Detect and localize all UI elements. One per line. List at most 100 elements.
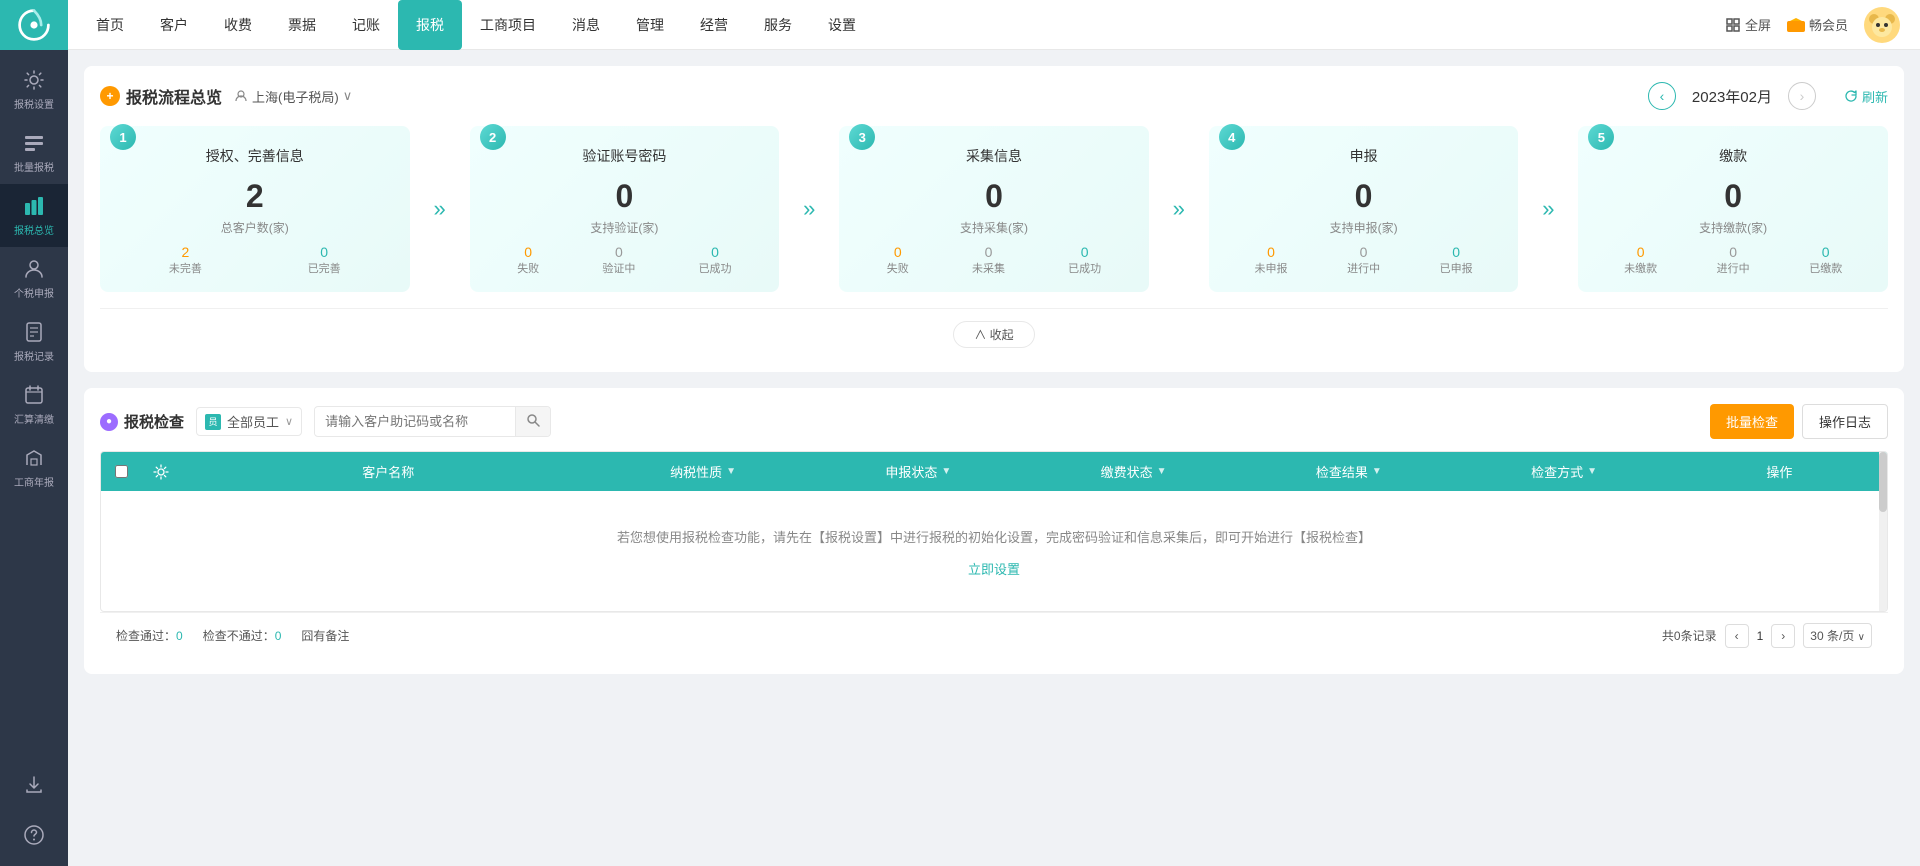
step-details-1: 2 未完善 0 已完善 bbox=[116, 244, 394, 276]
search-input[interactable] bbox=[315, 408, 515, 435]
step-detail-5-0[interactable]: 0 未缴款 bbox=[1624, 244, 1657, 276]
nav-manage[interactable]: 管理 bbox=[618, 0, 682, 50]
main-layout: 报税设置 批量报税 报税总览 bbox=[0, 50, 1920, 866]
refresh-button[interactable]: 刷新 bbox=[1844, 87, 1888, 106]
search-button[interactable] bbox=[515, 407, 550, 436]
nav-accounting[interactable]: 记账 bbox=[334, 0, 398, 50]
nav-customer[interactable]: 客户 bbox=[142, 0, 206, 50]
step-detail-2-2[interactable]: 0 已成功 bbox=[699, 244, 732, 276]
th-gear[interactable] bbox=[141, 452, 181, 491]
tax-overview-icon bbox=[22, 194, 46, 218]
step-total-4: 支持申报(家) bbox=[1225, 219, 1503, 236]
sidebar: 报税设置 批量报税 报税总览 bbox=[0, 50, 68, 866]
employee-filter[interactable]: 员 全部员工 ∨ bbox=[196, 407, 302, 436]
tax-check-table: 客户名称 纳税性质 ▼ 申报状态 ▼ 缴费状态 ▼ 检查 bbox=[100, 451, 1888, 612]
th-checkbox[interactable] bbox=[101, 452, 141, 491]
prev-month-button[interactable]: ‹ bbox=[1648, 82, 1676, 110]
sidebar-item-tax-record[interactable]: 报税记录 bbox=[0, 310, 68, 373]
step-num-2: 2 bbox=[480, 124, 506, 150]
th-customer-name: 客户名称 bbox=[181, 452, 596, 491]
scrollbar-track bbox=[1879, 452, 1887, 611]
check-title: ● 报税检查 bbox=[100, 411, 184, 432]
logo bbox=[0, 0, 68, 50]
step-detail-1-0[interactable]: 2 未完善 bbox=[169, 244, 202, 276]
step-detail-3-0[interactable]: 0 失败 bbox=[887, 244, 909, 276]
nav-settings[interactable]: 设置 bbox=[810, 0, 874, 50]
step-title-3: 采集信息 bbox=[855, 146, 1133, 166]
step-details-3: 0 失败 0 未采集 0 已成功 bbox=[855, 244, 1133, 276]
step-detail-5-1[interactable]: 0 进行中 bbox=[1717, 244, 1750, 276]
gear-icon bbox=[153, 464, 169, 480]
nav-message[interactable]: 消息 bbox=[554, 0, 618, 50]
per-page-chevron: ∨ bbox=[1858, 632, 1865, 643]
sidebar-item-business-annual[interactable]: 工商年报 bbox=[0, 436, 68, 499]
sidebar-item-batch-tax[interactable]: 批量报税 bbox=[0, 121, 68, 184]
check-title-icon: ● bbox=[100, 413, 118, 431]
vip-button[interactable]: 畅会员 bbox=[1787, 15, 1848, 34]
sidebar-item-tax-settings[interactable]: 报税设置 bbox=[0, 58, 68, 121]
nav-ticket[interactable]: 票据 bbox=[270, 0, 334, 50]
th-declare-status[interactable]: 申报状态 ▼ bbox=[811, 452, 1026, 491]
collapse-button[interactable]: ∧ 收起 bbox=[953, 321, 1034, 348]
next-page-button[interactable]: › bbox=[1771, 624, 1795, 648]
org-icon bbox=[234, 89, 248, 103]
step-num-4: 4 bbox=[1219, 124, 1245, 150]
operation-log-button[interactable]: 操作日志 bbox=[1802, 404, 1888, 439]
sidebar-item-tax-overview[interactable]: 报税总览 bbox=[0, 184, 68, 247]
scrollbar-thumb[interactable] bbox=[1879, 452, 1887, 512]
nav-fee[interactable]: 收费 bbox=[206, 0, 270, 50]
footer-stats: 检查通过：0 检查不通过：0 bbox=[116, 627, 281, 644]
next-month-button[interactable]: › bbox=[1788, 82, 1816, 110]
flow-title-icon: + bbox=[100, 86, 120, 106]
nav-service[interactable]: 服务 bbox=[746, 0, 810, 50]
step-detail-4-1[interactable]: 0 进行中 bbox=[1347, 244, 1380, 276]
per-page-selector[interactable]: 30 条/页 ∨ bbox=[1803, 623, 1872, 648]
sidebar-download-icon[interactable] bbox=[0, 766, 68, 804]
arrow-3-4: » bbox=[1149, 126, 1209, 292]
th-tax-nature[interactable]: 纳税性质 ▼ bbox=[596, 452, 811, 491]
batch-check-button[interactable]: 批量检查 bbox=[1710, 404, 1794, 439]
th-pay-status[interactable]: 缴费状态 ▼ bbox=[1026, 452, 1241, 491]
th-check-result[interactable]: 检查结果 ▼ bbox=[1241, 452, 1456, 491]
org-selector[interactable]: 上海(电子税局) ∨ bbox=[234, 87, 352, 106]
step-count-2: 0 bbox=[486, 178, 764, 215]
footer-pagination: 共0条记录 ‹ 1 › 30 条/页 ∨ bbox=[1662, 623, 1872, 648]
flow-steps: 1 授权、完善信息 2 总客户数(家) 2 未完善 0 已完善 bbox=[100, 126, 1888, 292]
step-detail-3-2[interactable]: 0 已成功 bbox=[1068, 244, 1101, 276]
user-avatar[interactable] bbox=[1864, 7, 1900, 43]
nav-operation[interactable]: 经营 bbox=[682, 0, 746, 50]
step-detail-4-0[interactable]: 0 未申报 bbox=[1255, 244, 1288, 276]
step-total-5: 支持缴款(家) bbox=[1594, 219, 1872, 236]
nav-business[interactable]: 工商项目 bbox=[462, 0, 554, 50]
filter-icon-check-method: ▼ bbox=[1587, 466, 1597, 477]
filter-icon-declare-status: ▼ bbox=[941, 466, 951, 477]
chevron-down-icon: ∨ bbox=[343, 88, 353, 104]
step-num-3: 3 bbox=[849, 124, 875, 150]
step-title-2: 验证账号密码 bbox=[486, 146, 764, 166]
setup-link[interactable]: 立即设置 bbox=[968, 559, 1020, 578]
first-page-button[interactable]: ‹ bbox=[1725, 624, 1749, 648]
fullscreen-button[interactable]: 全屏 bbox=[1725, 15, 1771, 34]
step-detail-3-1[interactable]: 0 未采集 bbox=[972, 244, 1005, 276]
sidebar-item-personal-tax[interactable]: 个税申报 bbox=[0, 247, 68, 310]
employee-icon: 员 bbox=[205, 414, 221, 430]
step-detail-4-2[interactable]: 0 已申报 bbox=[1440, 244, 1473, 276]
nav-items: 首页 客户 收费 票据 记账 报税 工商项目 消息 管理 经营 服务 设置 bbox=[68, 0, 1725, 50]
search-icon bbox=[526, 413, 540, 427]
nav-tax[interactable]: 报税 bbox=[398, 0, 462, 50]
step-details-5: 0 未缴款 0 进行中 0 已缴款 bbox=[1594, 244, 1872, 276]
nav-home[interactable]: 首页 bbox=[78, 0, 142, 50]
step-detail-2-1[interactable]: 0 验证中 bbox=[602, 244, 635, 276]
step-detail-1-1[interactable]: 0 已完善 bbox=[308, 244, 341, 276]
flow-step-5: 5 缴款 0 支持缴款(家) 0 未缴款 0 进行中 bbox=[1578, 126, 1888, 292]
sidebar-item-annual-settlement[interactable]: 汇算清缴 bbox=[0, 373, 68, 436]
step-detail-2-0[interactable]: 0 失败 bbox=[517, 244, 539, 276]
select-all-checkbox[interactable] bbox=[115, 465, 128, 478]
filter-chevron-icon: ∨ bbox=[285, 415, 293, 428]
batch-tax-icon bbox=[22, 131, 46, 155]
th-check-method[interactable]: 检查方式 ▼ bbox=[1457, 452, 1672, 491]
sidebar-help-icon[interactable] bbox=[0, 816, 68, 854]
flow-step-4: 4 申报 0 支持申报(家) 0 未申报 0 进行中 bbox=[1209, 126, 1519, 292]
step-detail-5-2[interactable]: 0 已缴款 bbox=[1809, 244, 1842, 276]
flow-step-2: 2 验证账号密码 0 支持验证(家) 0 失败 0 验证中 bbox=[470, 126, 780, 292]
